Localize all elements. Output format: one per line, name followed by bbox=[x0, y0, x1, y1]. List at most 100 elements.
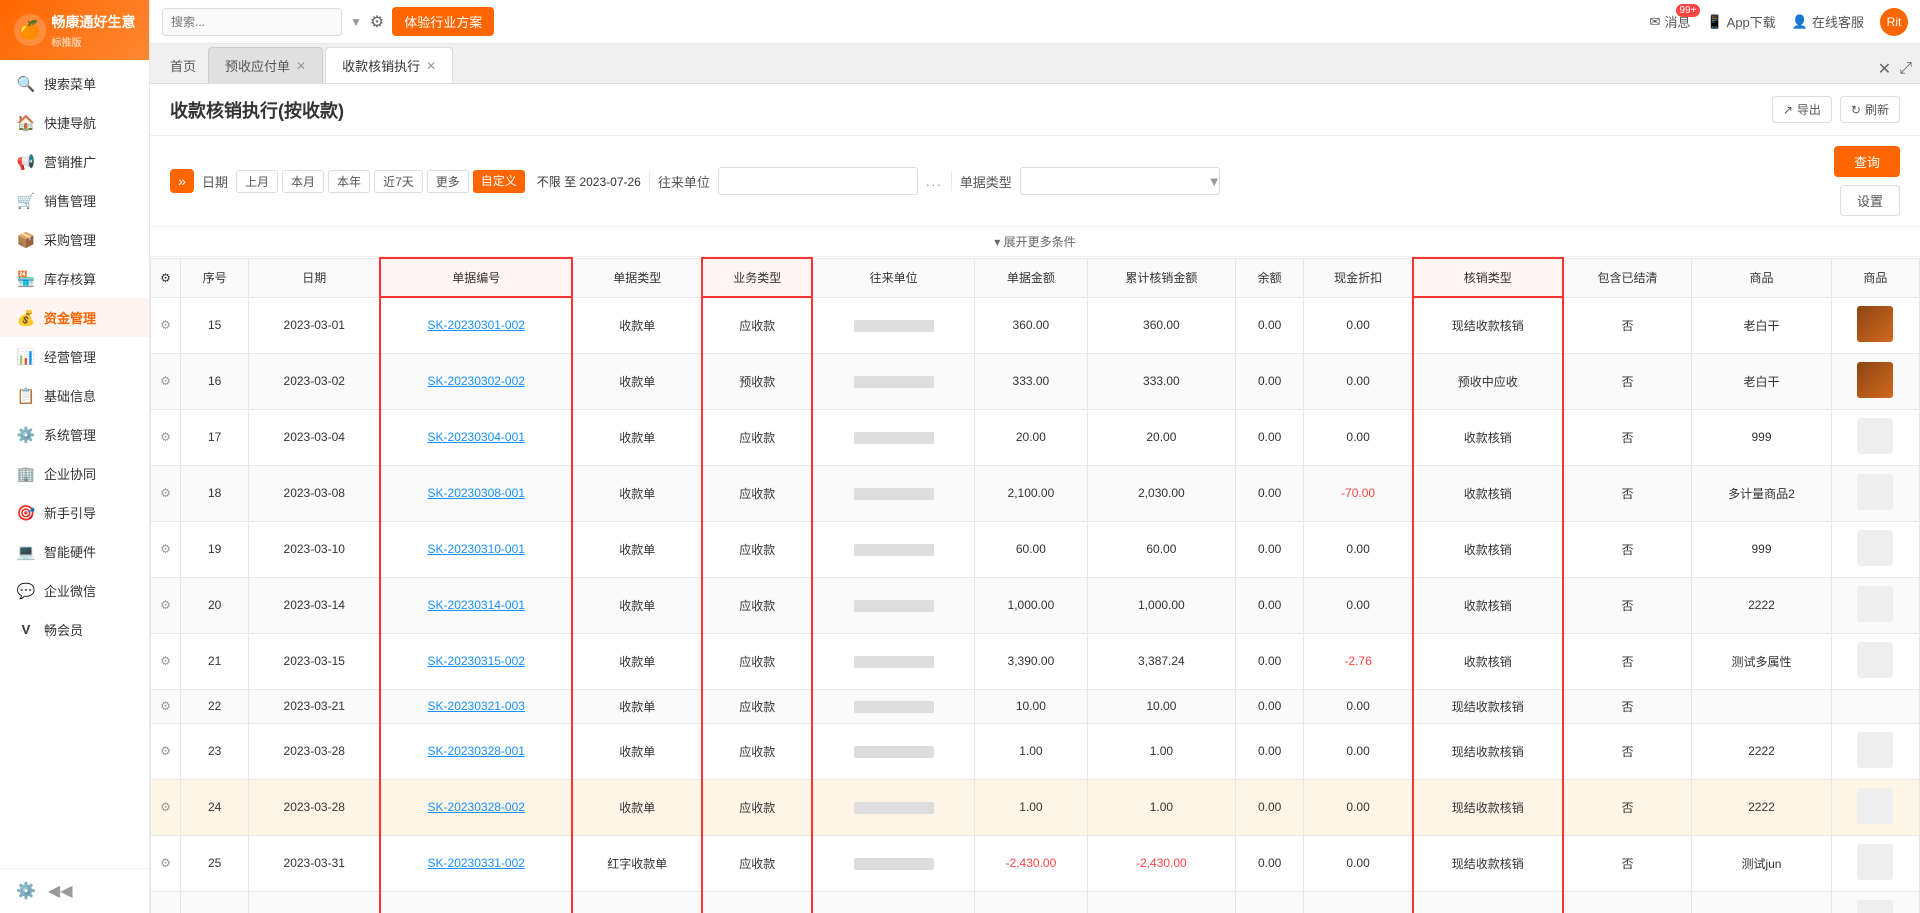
sidebar-item-wechat[interactable]: 💬 企业微信 bbox=[0, 571, 149, 610]
sidebar-item-search[interactable]: 🔍 搜索菜单 bbox=[0, 64, 149, 103]
table-row[interactable]: ⚙ 24 2023-03-28 SK-20230328-002 收款单 应收款 … bbox=[151, 779, 1920, 835]
td-product-img bbox=[1831, 633, 1919, 689]
column-settings-icon[interactable]: ⚙ bbox=[160, 271, 171, 285]
app-download-btn[interactable]: 📱 App下载 bbox=[1706, 12, 1775, 31]
filter-separator-1 bbox=[649, 171, 650, 191]
td-unit bbox=[812, 465, 974, 521]
settings-footer-btn[interactable]: ⚙️ bbox=[16, 881, 36, 901]
table-row[interactable]: ⚙ 20 2023-03-14 SK-20230314-001 收款单 应收款 … bbox=[151, 577, 1920, 633]
filter-toggle-btn[interactable]: » bbox=[170, 169, 194, 193]
td-product: 老白干 bbox=[1692, 297, 1831, 353]
td-discount: 0.00 bbox=[1304, 521, 1413, 577]
date-btn-more[interactable]: 更多 bbox=[427, 170, 469, 193]
topbar-search-input[interactable] bbox=[162, 8, 342, 36]
inventory-icon: 🏪 bbox=[16, 270, 36, 288]
sidebar-item-capital[interactable]: 💰 资金管理 bbox=[0, 298, 149, 337]
message-badge: 99+ bbox=[1676, 4, 1701, 17]
sidebar-item-member[interactable]: V 畅会员 bbox=[0, 610, 149, 649]
refresh-button[interactable]: ↻ 刷新 bbox=[1840, 96, 1900, 123]
table-row[interactable]: ⚙ 19 2023-03-10 SK-20230310-001 收款单 应收款 … bbox=[151, 521, 1920, 577]
topbar-gear-icon[interactable]: ⚙ bbox=[370, 12, 384, 32]
export-button[interactable]: ↗ 导出 bbox=[1772, 96, 1832, 123]
td-singletype: 红字收款单 bbox=[572, 835, 702, 891]
td-singleno[interactable]: SK-20230308-001 bbox=[380, 465, 572, 521]
td-singleno[interactable]: SK-20230301-002 bbox=[380, 297, 572, 353]
search-icon: 🔍 bbox=[16, 75, 36, 93]
sidebar-item-purchase[interactable]: 📦 采购管理 bbox=[0, 220, 149, 259]
td-cancel-amount: 1,000.00 bbox=[1087, 577, 1235, 633]
date-btn-this-year[interactable]: 本年 bbox=[328, 170, 370, 193]
td-settings: ⚙ bbox=[151, 891, 181, 913]
solution-button[interactable]: 体验行业方案 bbox=[392, 7, 494, 36]
sidebar-item-basic[interactable]: 📋 基础信息 bbox=[0, 376, 149, 415]
sidebar-item-marketing[interactable]: 📢 营销推广 bbox=[0, 142, 149, 181]
td-product: 测试多属性 bbox=[1692, 633, 1831, 689]
sidebar-item-sales[interactable]: 🛒 销售管理 bbox=[0, 181, 149, 220]
query-button[interactable]: 查询 bbox=[1834, 146, 1900, 177]
tab-cancel-close[interactable]: ✕ bbox=[426, 59, 436, 73]
topbar-dropdown-arrow[interactable]: ▼ bbox=[350, 15, 362, 29]
online-service-btn[interactable]: 👤 在线客服 bbox=[1792, 12, 1864, 31]
expand-more-bar[interactable]: ▾ 展开更多条件 bbox=[150, 227, 1920, 257]
td-biztype: 应收款 bbox=[702, 633, 812, 689]
tab-home[interactable]: 首页 bbox=[158, 47, 208, 83]
td-product-img bbox=[1831, 521, 1919, 577]
td-date: 2023-03-31 bbox=[249, 835, 380, 891]
td-balance: 0.00 bbox=[1235, 633, 1303, 689]
th-canceltype: 核销类型 bbox=[1413, 258, 1563, 297]
type-filter-select[interactable] bbox=[1020, 167, 1220, 195]
td-singleno[interactable]: SK-20230403-002 bbox=[380, 891, 572, 913]
sidebar-item-inventory[interactable]: 🏪 库存核算 bbox=[0, 259, 149, 298]
th-date: 日期 bbox=[249, 258, 380, 297]
th-include-settled: 包含已结清 bbox=[1563, 258, 1692, 297]
sidebar-item-hardware[interactable]: 💻 智能硬件 bbox=[0, 532, 149, 571]
tab-close-all-btn[interactable]: ✕ bbox=[1878, 59, 1891, 79]
data-table-wrapper[interactable]: ⚙ 序号 日期 单据编号 单据类型 业务类型 往来单位 单据金额 累计核销金额 … bbox=[150, 257, 1920, 913]
td-product bbox=[1692, 689, 1831, 723]
table-row[interactable]: ⚙ 25 2023-03-31 SK-20230331-002 红字收款单 应收… bbox=[151, 835, 1920, 891]
table-row[interactable]: ⚙ 17 2023-03-04 SK-20230304-001 收款单 应收款 … bbox=[151, 409, 1920, 465]
sidebar-item-guide[interactable]: 🎯 新手引导 bbox=[0, 493, 149, 532]
td-product-img bbox=[1831, 297, 1919, 353]
tab-cancel[interactable]: 收款核销执行 ✕ bbox=[325, 47, 453, 83]
table-row[interactable]: ⚙ 23 2023-03-28 SK-20230328-001 收款单 应收款 … bbox=[151, 723, 1920, 779]
user-avatar[interactable]: Rit bbox=[1880, 8, 1908, 36]
td-singleno[interactable]: SK-20230328-001 bbox=[380, 723, 572, 779]
td-include-settled: 否 bbox=[1563, 891, 1692, 913]
td-singleno[interactable]: SK-20230302-002 bbox=[380, 353, 572, 409]
table-row[interactable]: ⚙ 16 2023-03-02 SK-20230302-002 收款单 预收款 … bbox=[151, 353, 1920, 409]
td-cancel-amount: 60.00 bbox=[1087, 521, 1235, 577]
tab-prepay[interactable]: 预收应付单 ✕ bbox=[208, 47, 323, 83]
date-btn-last-month[interactable]: 上月 bbox=[236, 170, 278, 193]
td-singleno[interactable]: SK-20230328-002 bbox=[380, 779, 572, 835]
tab-prepay-close[interactable]: ✕ bbox=[296, 59, 306, 73]
sidebar-item-system[interactable]: ⚙️ 系统管理 bbox=[0, 415, 149, 454]
sidebar-footer: ⚙️ ◀◀ bbox=[0, 868, 149, 913]
td-singleno[interactable]: SK-20230331-002 bbox=[380, 835, 572, 891]
message-btn[interactable]: ✉ 消息 99+ bbox=[1650, 12, 1691, 31]
td-singleno[interactable]: SK-20230321-003 bbox=[380, 689, 572, 723]
table-row[interactable]: ⚙ 18 2023-03-08 SK-20230308-001 收款单 应收款 … bbox=[151, 465, 1920, 521]
table-row[interactable]: ⚙ 22 2023-03-21 SK-20230321-003 收款单 应收款 … bbox=[151, 689, 1920, 723]
td-singleno[interactable]: SK-20230304-001 bbox=[380, 409, 572, 465]
td-cancel-amount: 20.00 bbox=[1087, 409, 1235, 465]
td-discount: 0.00 bbox=[1304, 723, 1413, 779]
tab-expand-btn[interactable]: ⤢ bbox=[1899, 60, 1912, 78]
unit-filter-input[interactable] bbox=[718, 167, 918, 195]
filter-settings-button[interactable]: 设置 bbox=[1840, 185, 1900, 216]
table-row[interactable]: ⚙ 21 2023-03-15 SK-20230315-002 收款单 应收款 … bbox=[151, 633, 1920, 689]
table-row[interactable]: ⚙ 15 2023-03-01 SK-20230301-002 收款单 应收款 … bbox=[151, 297, 1920, 353]
td-include-settled: 否 bbox=[1563, 409, 1692, 465]
date-btn-7days[interactable]: 近7天 bbox=[374, 170, 423, 193]
th-settings[interactable]: ⚙ bbox=[151, 258, 181, 297]
sidebar-item-quicknav[interactable]: 🏠 快捷导航 bbox=[0, 103, 149, 142]
sidebar-item-operations[interactable]: 📊 经营管理 bbox=[0, 337, 149, 376]
td-singleno[interactable]: SK-20230315-002 bbox=[380, 633, 572, 689]
td-singleno[interactable]: SK-20230310-001 bbox=[380, 521, 572, 577]
purchase-icon: 📦 bbox=[16, 231, 36, 249]
sidebar-item-corp[interactable]: 🏢 企业协同 bbox=[0, 454, 149, 493]
table-row[interactable]: ⚙ 26 2023-04-03 SK-20230403-002 收款单 预收款 … bbox=[151, 891, 1920, 913]
td-singleno[interactable]: SK-20230314-001 bbox=[380, 577, 572, 633]
date-btn-this-month[interactable]: 本月 bbox=[282, 170, 324, 193]
collapse-btn[interactable]: ◀◀ bbox=[48, 881, 73, 901]
